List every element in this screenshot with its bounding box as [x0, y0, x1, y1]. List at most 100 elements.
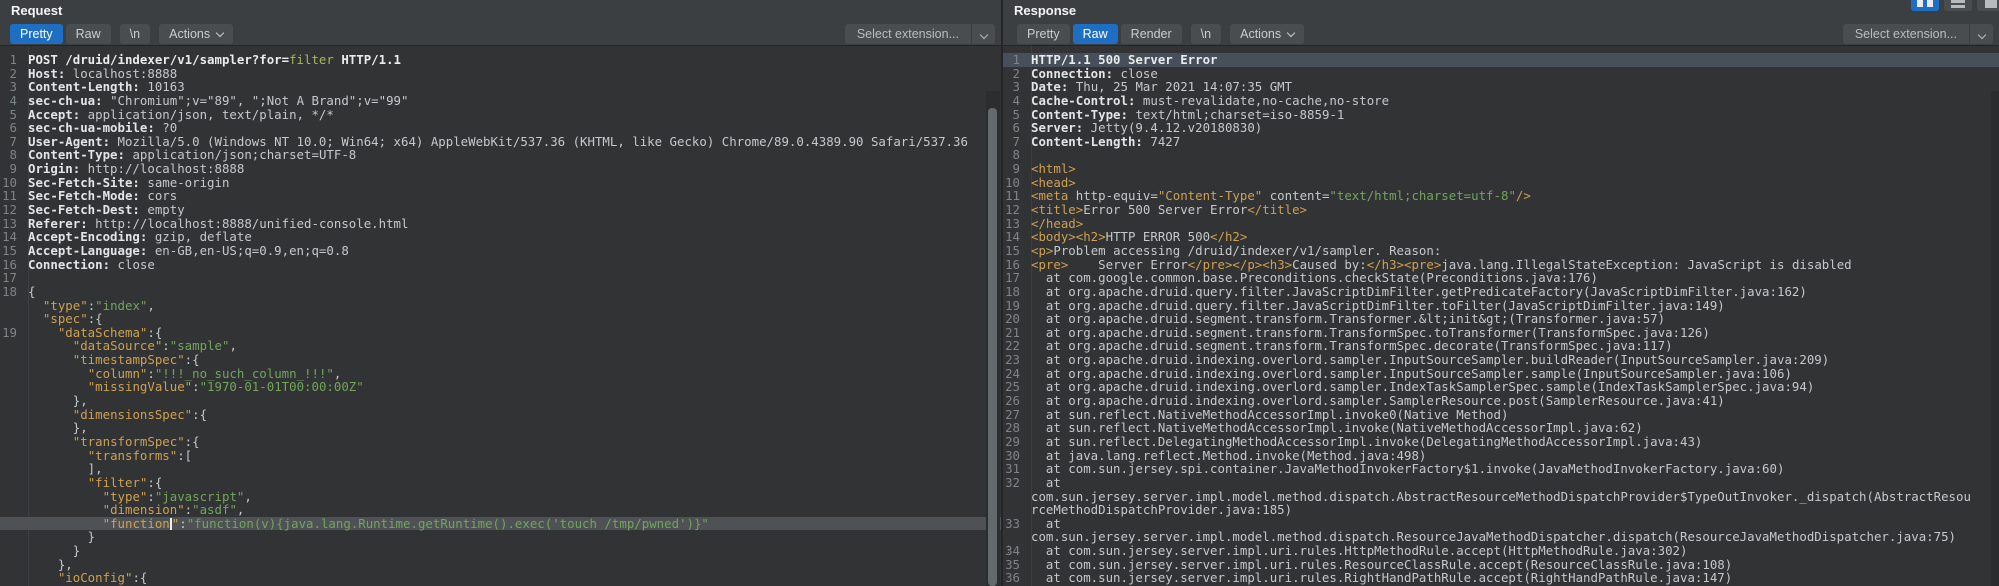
request-scrollbar-thumb[interactable]: [988, 108, 997, 586]
tab-response-render[interactable]: Render: [1120, 24, 1182, 44]
code-row[interactable]: 5 Content-Type: text/html;charset=iso-885…: [1003, 107, 1999, 122]
code-row[interactable]: 21 at org.apache.druid.segment.transform…: [1003, 325, 1999, 340]
layout-single-icon[interactable]: [1977, 0, 1999, 11]
code-row[interactable]: 14 Accept-Encoding: gzip, deflate: [0, 230, 1001, 244]
code-row[interactable]: 30 at java.lang.reflect.Method.invoke(Me…: [1003, 448, 1999, 463]
response-scrollbar[interactable]: [1991, 91, 1999, 586]
code-row[interactable]: ⋮ 34 at com.sun.jersey.server.impl.uri.ru…: [1003, 544, 1999, 558]
code-row[interactable]: 3 Content-Length: 10163: [0, 80, 1001, 94]
code-row[interactable]: 7 Content-Length: 7427: [1003, 135, 1999, 149]
code-row[interactable]: "transformSpec":{: [0, 435, 1001, 449]
code-row[interactable]: 32 at: [1003, 476, 1999, 490]
code-row[interactable]: 18 at org.apache.druid.query.filter.Java…: [1003, 285, 1999, 299]
code-row[interactable]: 17 at com.google.common.base.Preconditio…: [1003, 271, 1999, 285]
code-row[interactable]: "type":"javascript",: [0, 489, 1001, 504]
code-row[interactable]: 31 at com.sun.jersey.spi.container.JavaM…: [1003, 462, 1999, 476]
code-row[interactable]: "function ":"function(v){java.lang.Runtim…: [0, 515, 1001, 531]
code-row[interactable]: },: [0, 394, 1001, 408]
tab-request-raw[interactable]: Raw: [65, 24, 111, 44]
layout-columns-icon[interactable]: [1911, 0, 1939, 11]
code-row[interactable]: 1 POST /druid/indexer/v1/sampler?for=filt…: [0, 53, 1001, 67]
code-row[interactable]: 17: [0, 271, 1001, 285]
code-row[interactable]: 11 <meta http-equiv="Content-Type" conten…: [1003, 189, 1999, 203]
code-row[interactable]: },: [0, 421, 1001, 435]
code-row[interactable]: 23 at org.apache.druid.indexing.overlord…: [1003, 353, 1999, 367]
code-row[interactable]: 9 Origin: http://localhost:8888: [0, 162, 1001, 176]
code-row[interactable]: "ioConfig":{: [0, 571, 1001, 585]
code-row[interactable]: 1 HTTP/1.1 500 Server Error: [1003, 53, 1999, 67]
code-row[interactable]: 20 at org.apache.druid.segment.transform…: [1003, 312, 1999, 326]
code-row[interactable]: "transforms":[: [0, 448, 1001, 463]
request-editor[interactable]: 1 POST /druid/indexer/v1/sampler?for=filt…: [0, 45, 1001, 586]
code-row[interactable]: }: [0, 544, 1001, 558]
code-row[interactable]: 8 Content-Type: application/json;charset=…: [0, 148, 1001, 162]
code-row[interactable]: 14 <body><h2>HTTP ERROR 500</h2>: [1003, 230, 1999, 244]
code-row[interactable]: "dimension":"asdf",: [0, 503, 1001, 517]
code-row[interactable]: 36 at com.sun.jersey.server.impl.uri.rul…: [1003, 571, 1999, 585]
code-row[interactable]: }: [0, 530, 1001, 544]
code-row[interactable]: 10 <head>: [1003, 175, 1999, 190]
code-row[interactable]: 12 <title>Error 500 Server Error</title>: [1003, 203, 1999, 217]
code-row[interactable]: },: [0, 557, 1001, 572]
code-row[interactable]: 28 at sun.reflect.NativeMethodAccessorIm…: [1003, 421, 1999, 435]
code-row[interactable]: 18{: [0, 285, 1001, 299]
code-row[interactable]: 15 Accept-Language: en-GB,en-US;q=0.9,en;…: [0, 244, 1001, 258]
layout-rows-icon[interactable]: [1944, 0, 1972, 11]
tab-request-actions[interactable]: Actions: [159, 24, 234, 44]
code-row[interactable]: 24 at org.apache.druid.indexing.overlord…: [1003, 366, 1999, 381]
code-row[interactable]: 8: [1003, 148, 1999, 162]
code-row[interactable]: "dataSource":"sample",: [0, 339, 1001, 353]
code-row[interactable]: 33 at: [1003, 516, 1999, 531]
code-row[interactable]: 12 Sec-Fetch-Dest: empty: [0, 203, 1001, 217]
code-row[interactable]: 4 Cache-Control: must-revalidate,no-cache…: [1003, 94, 1999, 108]
code-row[interactable]: 29 at sun.reflect.DelegatingMethodAccess…: [1003, 435, 1999, 449]
response-editor[interactable]: 1 HTTP/1.1 500 Server Error 2 Connection: c…: [1003, 45, 1999, 586]
code-row[interactable]: 27 at sun.reflect.NativeMethodAccessorIm…: [1003, 407, 1999, 422]
code-row[interactable]: 16 Connection: close: [0, 257, 1001, 272]
code-row[interactable]: 13 Referer: http://localhost:8888/unified…: [0, 216, 1001, 231]
response-extension-chevron[interactable]: [1969, 24, 1993, 44]
code-row[interactable]: ],: [0, 462, 1001, 476]
code-row[interactable]: "missingValue":"1970-01-01T00:00:00Z": [0, 380, 1001, 394]
code-row[interactable]: "column":"!!!_no_such_column_!!!",: [0, 366, 1001, 381]
code-row[interactable]: 35 at com.sun.jersey.server.impl.uri.rul…: [1003, 557, 1999, 572]
code-row[interactable]: 15 <p>Problem accessing /druid/indexer/v1…: [1003, 244, 1999, 258]
code-row[interactable]: "timestampSpec":{: [0, 353, 1001, 367]
tab-response-linebreaks[interactable]: \n: [1190, 24, 1222, 44]
code-row[interactable]: "filter":{: [0, 476, 1001, 490]
code-row[interactable]: 16 <pre> Server Error</pre></p><h3>Caused…: [1003, 257, 1999, 272]
code-row[interactable]: 19 at org.apache.druid.query.filter.Java…: [1003, 298, 1999, 313]
code-row[interactable]: 19 "dataSchema":{: [0, 325, 1001, 340]
code-row[interactable]: 22 at org.apache.druid.segment.transform…: [1003, 339, 1999, 353]
code-row[interactable]: "spec":{: [0, 312, 1001, 326]
code-row[interactable]: 6 sec-ch-ua-mobile: ?0: [0, 121, 1001, 135]
code-row[interactable]: 11 Sec-Fetch-Mode: cors: [0, 189, 1001, 203]
request-scrollbar[interactable]: [986, 91, 1000, 586]
code-row[interactable]: 2 Host: localhost:8888: [0, 66, 1001, 81]
code-row[interactable]: 6 Server: Jetty(9.4.12.v20180830): [1003, 121, 1999, 135]
tab-response-raw[interactable]: Raw: [1072, 24, 1118, 44]
code-row[interactable]: com.sun.jersey.server.impl.model.method.…: [1003, 489, 1999, 504]
code-row[interactable]: "dimensionsSpec":{: [0, 407, 1001, 422]
code-row[interactable]: 3 Date: Thu, 25 Mar 2021 14:07:35 GMT: [1003, 80, 1999, 94]
response-extension-select[interactable]: Select extension...: [1842, 24, 1993, 44]
code-row[interactable]: 10 Sec-Fetch-Site: same-origin: [0, 175, 1001, 190]
code-row[interactable]: rceMethodDispatchProvider.java:185): [1003, 503, 1999, 517]
request-extension-chevron[interactable]: [971, 24, 995, 44]
code-text: "function ":"function(v){java.lang.Runtim…: [102, 515, 709, 531]
code-row[interactable]: "type":"index",: [0, 298, 1001, 313]
code-row[interactable]: 4 sec-ch-ua: "Chromium";v="89", ";Not A B…: [0, 94, 1001, 108]
code-row[interactable]: 5 Accept: application/json, text/plain, *…: [0, 107, 1001, 122]
code-row[interactable]: 26 at org.apache.druid.indexing.overlord…: [1003, 394, 1999, 408]
code-row[interactable]: 13 </head>: [1003, 216, 1999, 231]
code-row[interactable]: 2 Connection: close: [1003, 66, 1999, 81]
tab-response-pretty[interactable]: Pretty: [1017, 24, 1070, 44]
tab-request-linebreaks[interactable]: \n: [119, 24, 151, 44]
tab-response-actions[interactable]: Actions: [1230, 24, 1305, 44]
code-row[interactable]: 7 User-Agent: Mozilla/5.0 (Windows NT 10.…: [0, 135, 1001, 149]
code-row[interactable]: com.sun.jersey.server.impl.model.method.…: [1003, 530, 1999, 544]
request-extension-select[interactable]: Select extension...: [844, 24, 995, 44]
tab-request-pretty[interactable]: Pretty: [10, 24, 63, 44]
code-row[interactable]: 9 <html>: [1003, 162, 1999, 176]
code-row[interactable]: 25 at org.apache.druid.indexing.overlord…: [1003, 380, 1999, 394]
